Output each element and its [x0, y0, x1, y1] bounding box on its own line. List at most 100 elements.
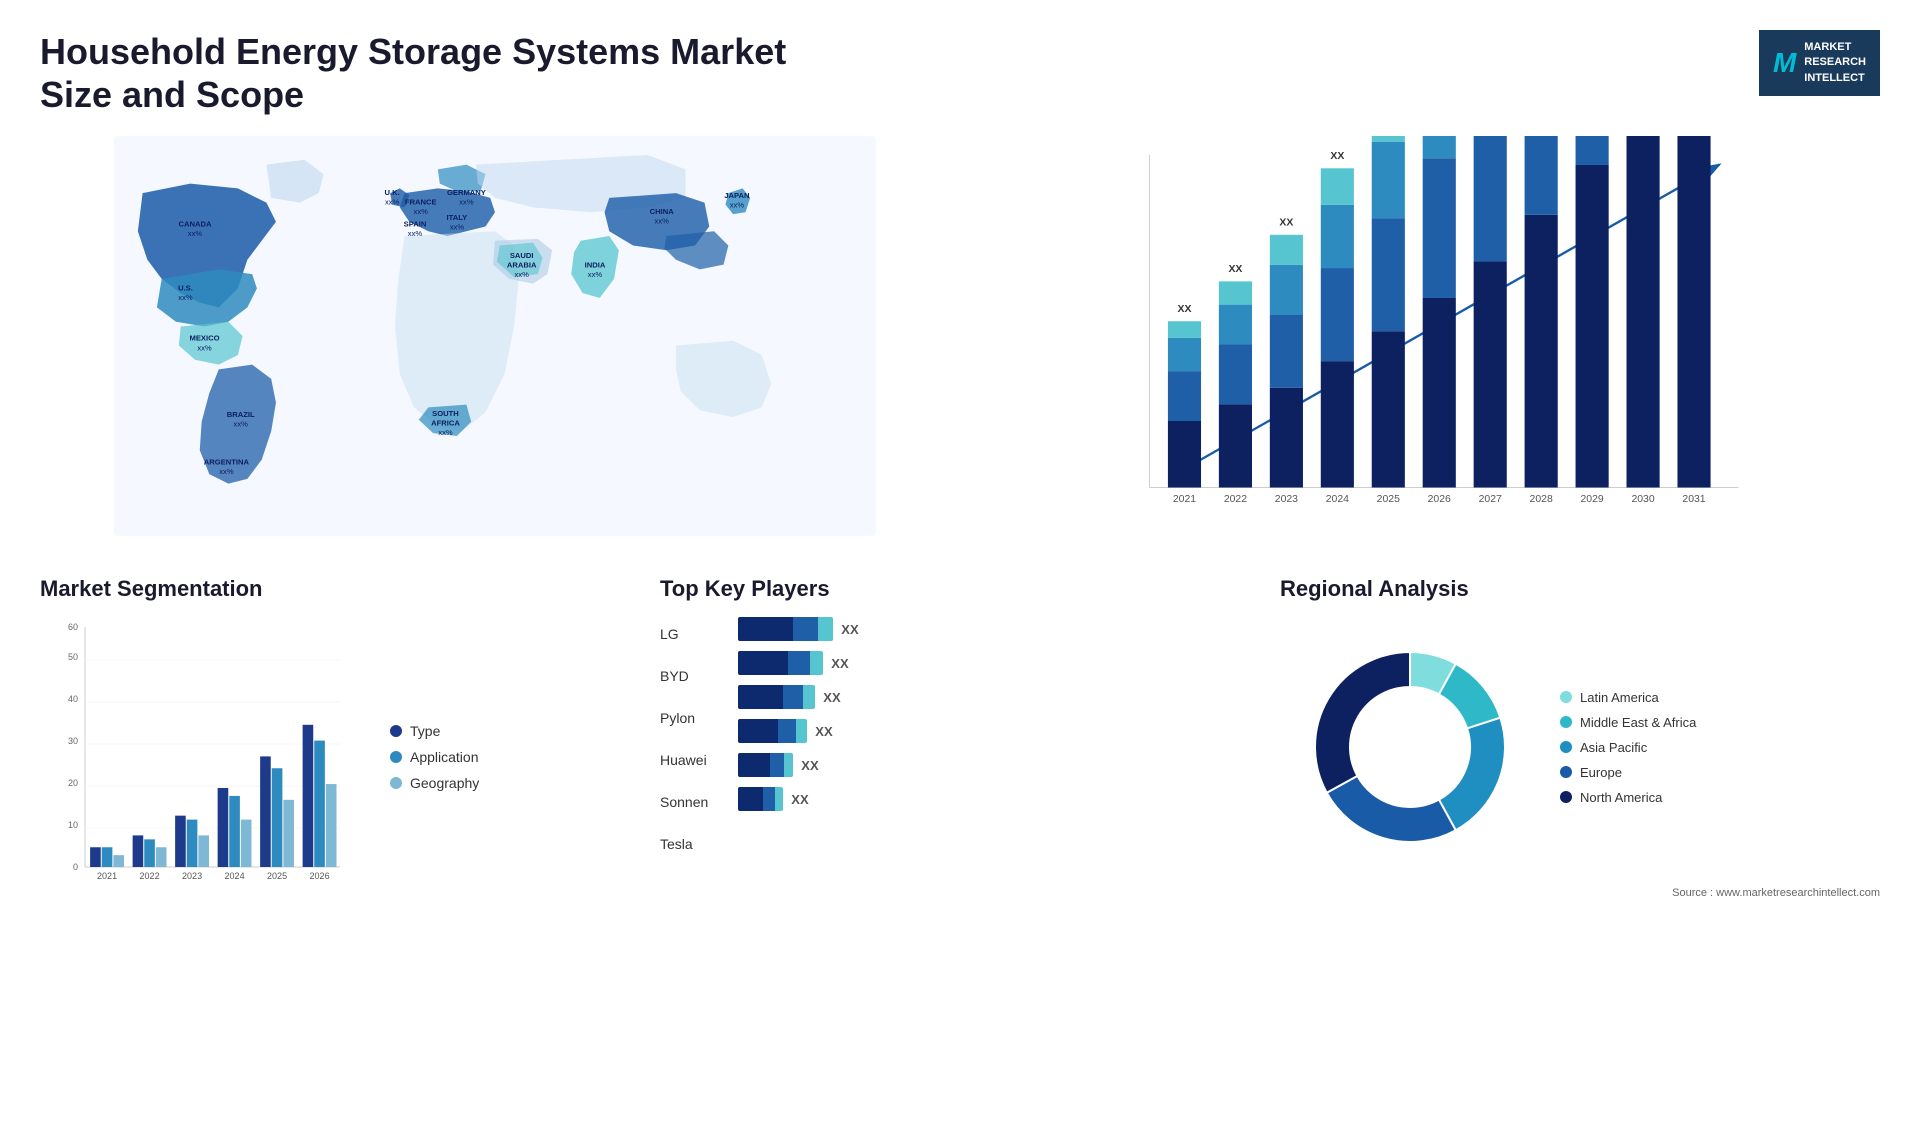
- player-bar-tesla: XX: [738, 787, 1260, 811]
- svg-text:2024: 2024: [1326, 494, 1349, 505]
- svg-text:2022: 2022: [1224, 494, 1247, 505]
- regional-label-3: Europe: [1580, 765, 1622, 780]
- svg-text:INDIA: INDIA: [585, 261, 606, 270]
- regional-legend-item-4: North America: [1560, 790, 1696, 805]
- bar-segment: [810, 651, 823, 675]
- player-bar-byd: XX: [738, 651, 1260, 675]
- key-players-section: Top Key Players LGBYDPylonHuaweiSonnenTe…: [660, 576, 1260, 899]
- regional-label-2: Asia Pacific: [1580, 740, 1647, 755]
- player-bar-sonnen: XX: [738, 753, 1260, 777]
- bar-segment: [796, 719, 807, 743]
- svg-text:SPAIN: SPAIN: [404, 220, 427, 229]
- svg-text:xx%: xx%: [197, 344, 212, 353]
- svg-text:30: 30: [68, 736, 78, 746]
- svg-text:BRAZIL: BRAZIL: [227, 410, 255, 419]
- segmentation-title: Market Segmentation: [40, 576, 640, 602]
- bar-track-huawei: [738, 719, 807, 743]
- svg-text:20: 20: [68, 778, 78, 788]
- bar-segment: [778, 719, 796, 743]
- svg-text:U.K.: U.K.: [385, 188, 400, 197]
- svg-text:10: 10: [68, 820, 78, 830]
- regional-dot-2: [1560, 741, 1572, 753]
- legend-dot-geography: [390, 777, 402, 789]
- page-title: Household Energy Storage Systems Market …: [40, 30, 840, 116]
- svg-text:xx%: xx%: [459, 198, 474, 207]
- svg-text:xx%: xx%: [188, 229, 203, 238]
- player-name-huawei: Huawei: [660, 748, 708, 772]
- logo-box: M MARKET RESEARCH INTELLECT: [1759, 30, 1880, 96]
- logo-area: M MARKET RESEARCH INTELLECT: [1759, 30, 1880, 96]
- regional-dot-3: [1560, 766, 1572, 778]
- svg-text:2024: 2024: [225, 871, 245, 881]
- svg-text:GERMANY: GERMANY: [447, 188, 486, 197]
- svg-text:xx%: xx%: [450, 223, 465, 232]
- bar-track-sonnen: [738, 753, 793, 777]
- bar-track-pylon: [738, 685, 815, 709]
- svg-text:2025: 2025: [1377, 494, 1400, 505]
- bar-track-byd: [738, 651, 823, 675]
- bar-label: XX: [801, 758, 818, 773]
- key-players-title: Top Key Players: [660, 576, 1260, 602]
- svg-text:XX: XX: [1330, 151, 1344, 162]
- svg-text:xx%: xx%: [178, 293, 193, 302]
- bar-segment: [803, 685, 815, 709]
- svg-text:xx%: xx%: [654, 217, 669, 226]
- svg-text:CANADA: CANADA: [179, 220, 212, 229]
- bar-track-tesla: [738, 787, 783, 811]
- svg-text:40: 40: [68, 694, 78, 704]
- legend-geography-label: Geography: [410, 775, 479, 791]
- svg-text:MEXICO: MEXICO: [190, 334, 220, 343]
- player-names-col: LGBYDPylonHuaweiSonnenTesla: [660, 617, 708, 856]
- regional-label-0: Latin America: [1580, 690, 1659, 705]
- player-name-lg: LG: [660, 622, 708, 646]
- player-bars-col: XX XX XX XX XX XX: [738, 617, 1260, 811]
- svg-text:xx%: xx%: [234, 420, 249, 429]
- svg-text:2027: 2027: [1479, 494, 1502, 505]
- bar-segment: [818, 617, 833, 641]
- donut-chart: [1280, 617, 1540, 877]
- bar-segment: [784, 753, 793, 777]
- legend-application-label: Application: [410, 749, 479, 765]
- bar-segment: [783, 685, 803, 709]
- svg-text:2026: 2026: [310, 871, 330, 881]
- svg-text:XX: XX: [1178, 304, 1192, 315]
- segmentation-chart-area: 0 10 20 30 40 50 60 20212022202320242025…: [40, 617, 640, 897]
- logo-line3: INTELLECT: [1804, 71, 1866, 86]
- regional-dot-0: [1560, 691, 1572, 703]
- legend-dot-type: [390, 725, 402, 737]
- legend-geography: Geography: [390, 775, 479, 791]
- svg-text:2031: 2031: [1682, 494, 1705, 505]
- bar-segment: [793, 617, 818, 641]
- bar-segment: [738, 685, 783, 709]
- svg-text:50: 50: [68, 652, 78, 662]
- regional-analysis-section: Regional Analysis Latin AmericaMiddle Ea…: [1280, 576, 1880, 899]
- player-bar-pylon: XX: [738, 685, 1260, 709]
- seg-legend: Type Application Geography: [390, 723, 479, 791]
- svg-text:SOUTH: SOUTH: [432, 409, 459, 418]
- bar-track-lg: [738, 617, 833, 641]
- regional-dot-1: [1560, 716, 1572, 728]
- svg-text:2023: 2023: [1275, 494, 1298, 505]
- growth-chart-svg: XX2021XX2022XX2023XX2024XX2025XX2026XX20…: [970, 136, 1880, 516]
- world-map: CANADA xx% U.S. xx% MEXICO xx% BRAZIL xx…: [40, 136, 950, 536]
- player-name-sonnen: Sonnen: [660, 790, 708, 814]
- svg-text:FRANCE: FRANCE: [405, 198, 437, 207]
- bar-segment: [738, 651, 788, 675]
- player-bar-huawei: XX: [738, 719, 1260, 743]
- svg-text:2022: 2022: [140, 871, 160, 881]
- growth-chart-section: XX2021XX2022XX2023XX2024XX2025XX2026XX20…: [970, 136, 1880, 546]
- svg-text:2028: 2028: [1530, 494, 1553, 505]
- legend-application: Application: [390, 749, 479, 765]
- logo-line2: RESEARCH: [1804, 55, 1866, 70]
- bar-segment: [770, 753, 784, 777]
- svg-text:XX: XX: [1279, 218, 1293, 229]
- svg-text:U.S.: U.S.: [178, 284, 193, 293]
- source-text: Source : www.marketresearchintellect.com: [1280, 887, 1880, 899]
- legend-type: Type: [390, 723, 479, 739]
- bar-label: XX: [841, 622, 858, 637]
- svg-text:xx%: xx%: [408, 229, 423, 238]
- regional-legend-item-3: Europe: [1560, 765, 1696, 780]
- player-name-pylon: Pylon: [660, 706, 708, 730]
- growth-bar-chart: XX2021XX2022XX2023XX2024XX2025XX2026XX20…: [970, 136, 1880, 516]
- bar-label: XX: [823, 690, 840, 705]
